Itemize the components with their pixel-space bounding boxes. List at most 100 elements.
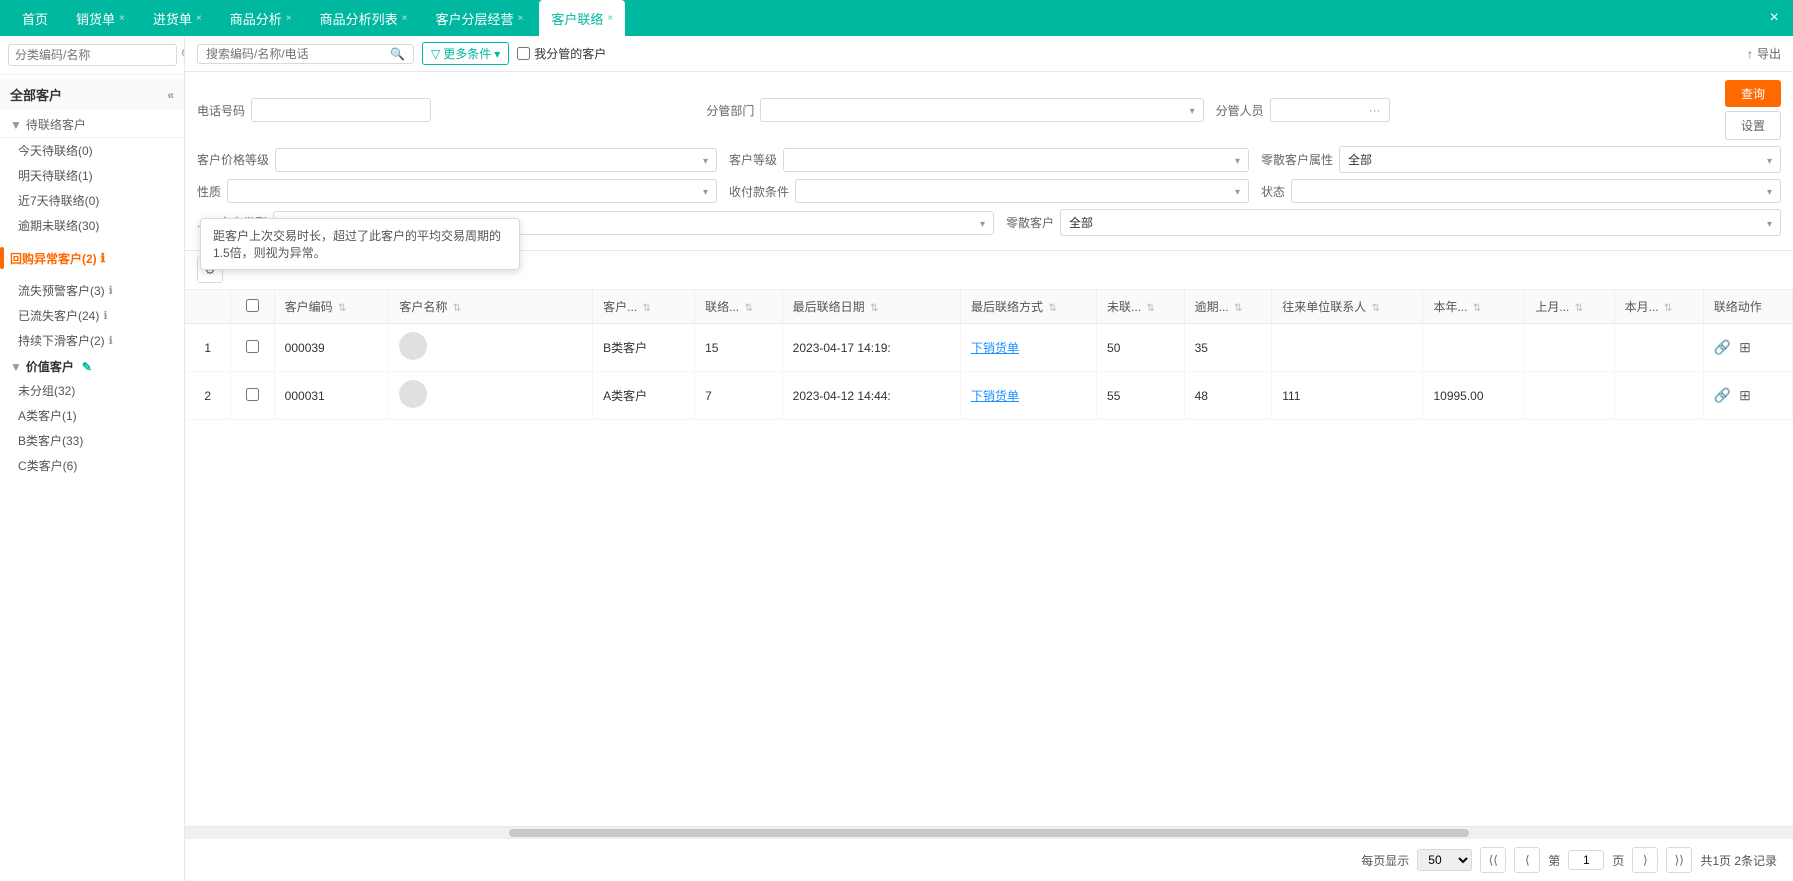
gender-select[interactable] <box>227 179 717 203</box>
sidebar-item-class-b[interactable]: B类客户(33) <box>0 428 184 453</box>
sidebar-item-overdue-pending[interactable]: 逾期未联络(30) <box>0 213 184 238</box>
tab-purchase-order[interactable]: 进货单 × <box>141 0 214 36</box>
select-all-checkbox[interactable] <box>246 299 259 312</box>
manager-select[interactable]: ··· <box>1270 98 1390 122</box>
tab-home[interactable]: 首页 <box>10 0 60 36</box>
grade-select[interactable] <box>783 148 1249 172</box>
window-close-button[interactable]: × <box>1766 5 1783 31</box>
sidebar-collapse-icon[interactable] <box>167 87 174 102</box>
col-header-lastmonth[interactable]: 上月... ⇅ <box>1525 290 1614 324</box>
sidebar-item-tomorrow-pending[interactable]: 明天待联络(1) <box>0 163 184 188</box>
col-header-name[interactable]: 客户名称 ⇅ <box>389 290 593 324</box>
col-header-year[interactable]: 本年... ⇅ <box>1423 290 1525 324</box>
cell-way-1[interactable]: 下销货单 <box>961 324 1097 372</box>
col-header-thismonth[interactable]: 本月... ⇅ <box>1614 290 1703 324</box>
info-icon-declining[interactable]: ℹ <box>109 334 113 347</box>
sort-lastmonth-icon[interactable]: ⇅ <box>1575 303 1583 314</box>
price-grade-select[interactable] <box>275 148 717 172</box>
col-header-contact[interactable]: 联络... ⇅ <box>695 290 783 324</box>
row-checkbox-2[interactable] <box>246 388 259 401</box>
retail-customer-select[interactable]: 全部 <box>1060 209 1781 236</box>
sidebar-item-class-a[interactable]: A类客户(1) <box>0 403 184 428</box>
sidebar-item-7days-pending[interactable]: 近7天待联络(0) <box>0 188 184 213</box>
sort-code-icon[interactable]: ⇅ <box>338 303 346 314</box>
col-header-code[interactable]: 客户编码 ⇅ <box>274 290 389 324</box>
sidebar-item-declining[interactable]: 持续下滑客户(2) ℹ <box>0 328 184 353</box>
scroll-bar-handle[interactable] <box>509 829 1469 837</box>
sort-year-icon[interactable]: ⇅ <box>1473 303 1481 314</box>
payment-select[interactable] <box>795 179 1249 203</box>
close-tab-product-analysis[interactable]: × <box>286 13 292 24</box>
last-page-button[interactable]: ⟩⟩ <box>1666 847 1692 873</box>
col-header-way[interactable]: 最后联络方式 ⇅ <box>961 290 1097 324</box>
sidebar-search-input[interactable] <box>8 44 177 66</box>
retail-attr-select[interactable]: 全部 <box>1339 146 1781 173</box>
way-link-1[interactable]: 下销货单 <box>971 341 1019 355</box>
tab-product-analysis[interactable]: 商品分析 × <box>218 0 304 36</box>
row-checkbox-1[interactable] <box>246 340 259 353</box>
tab-customer-contact[interactable]: 客户联络 × <box>539 0 625 36</box>
close-tab-purchase-order[interactable]: × <box>196 13 202 24</box>
my-customers-checkbox[interactable] <box>517 47 530 60</box>
sort-overdue-icon[interactable]: ⇅ <box>1234 303 1242 314</box>
close-tab-customer-stratification[interactable]: × <box>517 13 523 24</box>
sort-type-icon[interactable]: ⇅ <box>643 303 651 314</box>
group-pending-contact[interactable]: ▼ 待联络客户 <box>0 110 184 138</box>
sort-unreached-icon[interactable]: ⇅ <box>1146 303 1154 314</box>
sort-contact-icon[interactable]: ⇅ <box>744 303 752 314</box>
col-header-date[interactable]: 最后联络日期 ⇅ <box>782 290 960 324</box>
group-value-customers[interactable]: ▼ 价值客户 ✎ <box>0 353 184 378</box>
info-icon-repurchase[interactable]: ℹ <box>101 251 106 265</box>
action-grid-icon-1[interactable]: ⊞ <box>1739 339 1751 356</box>
status-select[interactable] <box>1291 179 1781 203</box>
search-icon[interactable]: 🔍 <box>390 47 405 61</box>
sort-name-icon[interactable]: ⇅ <box>453 303 461 314</box>
my-customers-checkbox-label[interactable]: 我分管的客户 <box>517 45 606 62</box>
cell-check-1[interactable] <box>231 324 274 372</box>
phone-input[interactable] <box>251 98 431 122</box>
way-link-2[interactable]: 下销货单 <box>971 389 1019 403</box>
tab-sales-order[interactable]: 销货单 × <box>64 0 137 36</box>
col-header-overdue[interactable]: 逾期... ⇅ <box>1184 290 1272 324</box>
page-number-input[interactable] <box>1568 850 1604 870</box>
first-page-button[interactable]: ⟨⟨ <box>1480 847 1506 873</box>
col-header-unit[interactable]: 往来单位联系人 ⇅ <box>1272 290 1423 324</box>
query-button[interactable]: 查询 <box>1725 80 1781 107</box>
close-tab-product-analysis-list[interactable]: × <box>402 13 408 24</box>
dept-select[interactable] <box>760 98 1203 122</box>
page-size-select[interactable]: 50 20 100 <box>1417 849 1472 871</box>
search-box[interactable]: 🔍 <box>197 44 414 64</box>
close-tab-sales-order[interactable]: × <box>119 13 125 24</box>
sidebar-item-churned[interactable]: 已流失客户(24) ℹ <box>0 303 184 328</box>
info-icon-churned[interactable]: ℹ <box>103 309 107 322</box>
cell-way-2[interactable]: 下销货单 <box>961 372 1097 420</box>
sort-thismonth-icon[interactable]: ⇅ <box>1664 303 1672 314</box>
info-icon-churn[interactable]: ℹ <box>109 284 113 297</box>
action-link-icon-1[interactable]: 🔗 <box>1714 339 1731 356</box>
next-page-button[interactable]: ⟩ <box>1632 847 1658 873</box>
settings-button[interactable]: 设置 <box>1725 111 1781 140</box>
tab-product-analysis-list[interactable]: 商品分析列表 × <box>308 0 420 36</box>
horizontal-scrollbar[interactable] <box>185 826 1793 838</box>
col-header-unreached[interactable]: 未联... ⇅ <box>1097 290 1185 324</box>
tab-customer-stratification[interactable]: 客户分层经营 × <box>423 0 535 36</box>
sidebar-item-class-c[interactable]: C类客户(6) <box>0 453 184 478</box>
close-tab-customer-contact[interactable]: × <box>607 13 613 24</box>
all-customers-header[interactable]: 全部客户 <box>0 79 184 110</box>
more-conditions-button[interactable]: ▽ 更多条件 ▾ <box>422 42 509 65</box>
sidebar-item-ungrouped[interactable]: 未分组(32) <box>0 378 184 403</box>
sidebar-item-churn-warning[interactable]: 流失预警客户(3) ℹ <box>0 278 184 303</box>
action-grid-icon-2[interactable]: ⊞ <box>1739 387 1751 404</box>
col-header-type[interactable]: 客户... ⇅ <box>593 290 695 324</box>
search-input[interactable] <box>206 47 386 61</box>
manager-dots[interactable]: ··· <box>1369 103 1381 117</box>
edit-value-group-icon[interactable]: ✎ <box>82 360 92 374</box>
sort-unit-icon[interactable]: ⇅ <box>1372 303 1380 314</box>
sidebar-item-today-pending[interactable]: 今天待联络(0) <box>0 138 184 163</box>
cell-check-2[interactable] <box>231 372 274 420</box>
sort-date-icon[interactable]: ⇅ <box>870 303 878 314</box>
group-repurchase-abnormal[interactable]: 回购异常客户(2) ℹ <box>0 242 184 274</box>
sort-way-icon[interactable]: ⇅ <box>1048 303 1056 314</box>
export-button[interactable]: ↑ 导出 <box>1747 45 1781 62</box>
action-link-icon-2[interactable]: 🔗 <box>1714 387 1731 404</box>
